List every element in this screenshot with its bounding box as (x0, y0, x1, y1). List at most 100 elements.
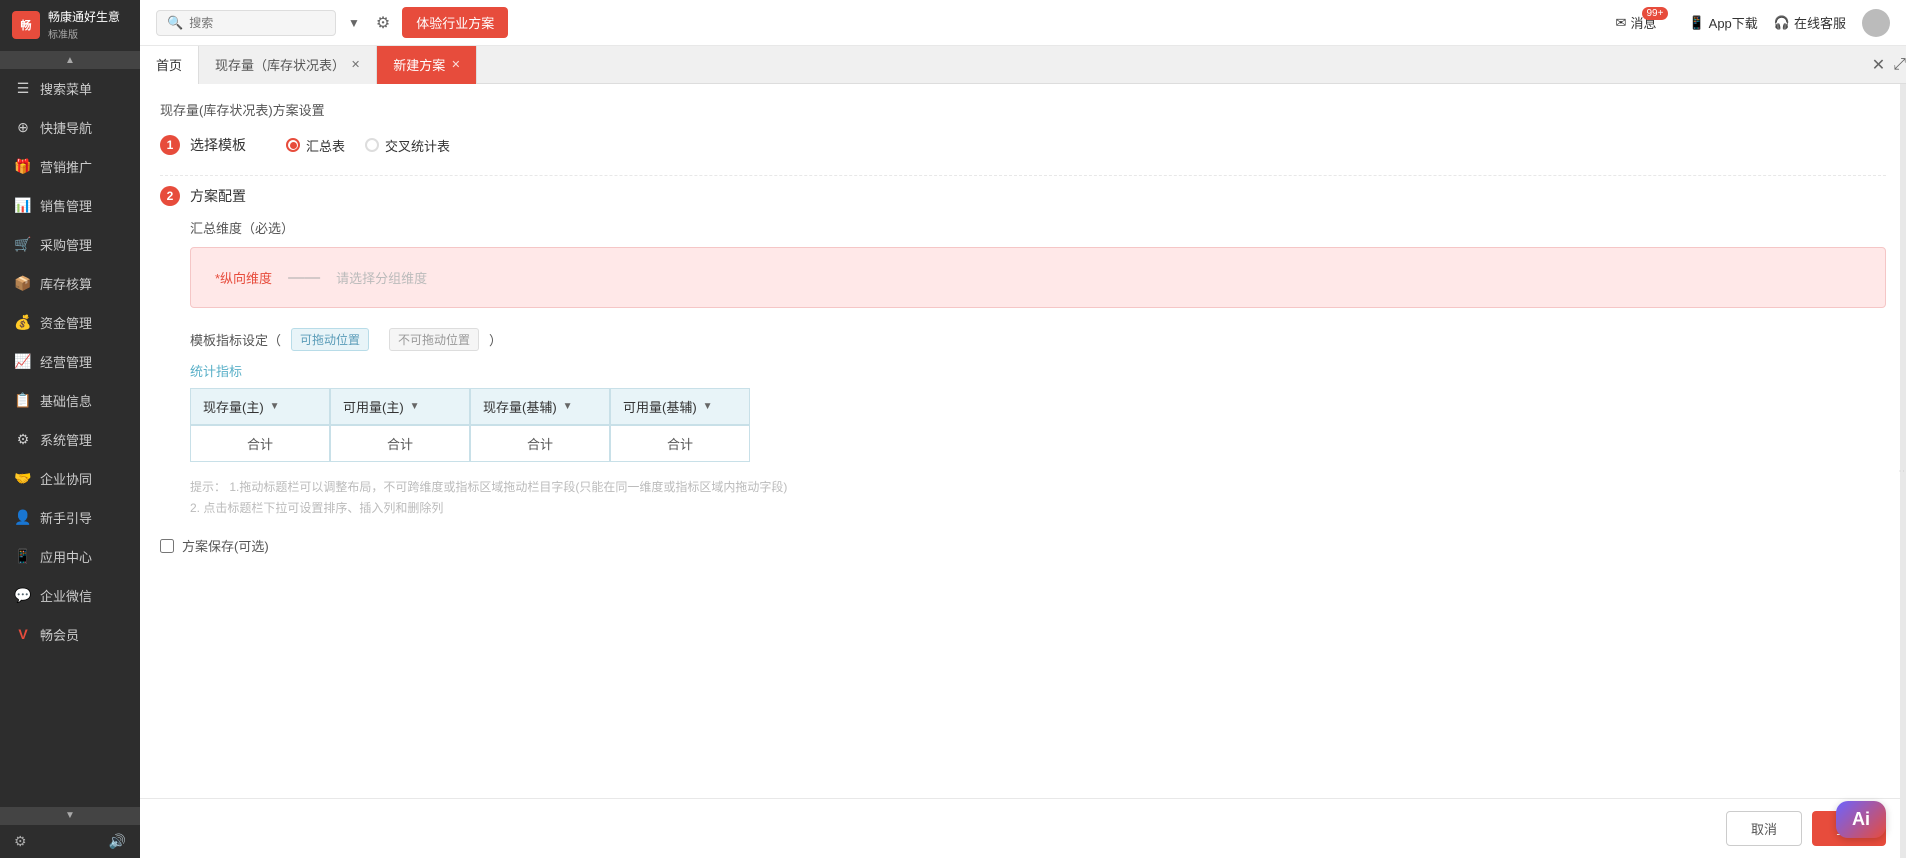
radio-cross-circle (365, 138, 379, 152)
col-header-3[interactable]: 可用量(基辅) ▼ (610, 388, 750, 425)
topbar-right: ✉ 消息 99+ 📱 App下载 🎧 在线客服 (1616, 9, 1890, 37)
search-icon: 🔍 (167, 15, 183, 31)
step1-badge: 1 (160, 135, 180, 155)
col-2-dropdown[interactable]: ▼ (563, 401, 573, 412)
cancel-button[interactable]: 取消 (1726, 811, 1802, 846)
tab-inventory-label: 现存量（库存状况表） (215, 55, 345, 74)
col-header-1[interactable]: 可用量(主) ▼ (330, 388, 470, 425)
radio-summary-label: 汇总表 (306, 136, 345, 155)
message-button[interactable]: ✉ 消息 99+ (1616, 13, 1657, 32)
indicators-close: ） (489, 330, 502, 349)
wechat-icon: 💬 (14, 586, 32, 604)
sidebar-item-enterprise[interactable]: 🤝 企业协同 (0, 459, 140, 498)
sidebar-item-apps[interactable]: 📱 应用中心 (0, 537, 140, 576)
col-0-dropdown[interactable]: ▼ (270, 401, 280, 412)
step2-header: 2 方案配置 (160, 186, 1886, 206)
app-download-button[interactable]: 📱 App下载 (1688, 13, 1757, 32)
sidebar-item-basics[interactable]: 📋 基础信息 (0, 381, 140, 420)
sidebar-menu: ☰ 搜索菜单 ⊕ 快捷导航 🎁 营销推广 📊 销售管理 🛒 采购管理 📦 库存核… (0, 69, 140, 807)
content-area: 现存量(库存状况表)方案设置 1 选择模板 汇总表 (140, 84, 1906, 798)
template-options: 汇总表 交叉统计表 (286, 136, 450, 155)
online-service-label: 在线客服 (1794, 13, 1846, 32)
close-window-button[interactable]: ✕ (1872, 55, 1885, 75)
quick-nav-icon: ⊕ (14, 118, 32, 136)
radio-summary[interactable]: 汇总表 (286, 136, 345, 155)
stats-table: 现存量(主) ▼ 可用量(主) ▼ (190, 388, 750, 462)
sidebar-item-newbie[interactable]: 👤 新手引导 (0, 498, 140, 537)
sidebar-item-label: 库存核算 (40, 274, 92, 293)
col-header-0[interactable]: 现存量(主) ▼ (190, 388, 330, 425)
topbar-dropdown-icon[interactable]: ▼ (348, 16, 360, 30)
table-row: 合计 合计 合计 合计 (190, 425, 750, 462)
save-option: 方案保存(可选) (160, 536, 1886, 555)
dimension-label: 汇总维度（必选） (190, 218, 1886, 237)
tab-new-scheme-label: 新建方案 (393, 55, 445, 74)
sidebar-item-label: 新手引导 (40, 508, 92, 527)
online-service-button[interactable]: 🎧 在线客服 (1774, 13, 1846, 32)
tab-inventory-status[interactable]: 现存量（库存状况表） ✕ (199, 46, 377, 84)
col-1-dropdown[interactable]: ▼ (410, 401, 420, 412)
tips-section: 提示： 1.拖动标题栏可以调整布局，不可跨维度或指标区域拖动栏目字段(只能在同一… (190, 478, 1886, 516)
step2-title: 方案配置 (190, 186, 246, 206)
sidebar-item-inventory[interactable]: 📦 库存核算 (0, 264, 140, 303)
app-name: 畅康通好生意 (48, 10, 120, 26)
save-option-label: 方案保存(可选) (182, 536, 269, 555)
trial-button[interactable]: 体验行业方案 (402, 7, 508, 38)
cell-3: 合计 (610, 425, 750, 462)
col-3-label: 可用量(基辅) (623, 397, 697, 416)
sidebar-item-label: 基础信息 (40, 391, 92, 410)
bottom-bar: 取消 查询 (140, 798, 1906, 858)
col-header-2[interactable]: 现存量(基辅) ▼ (470, 388, 610, 425)
save-checkbox[interactable] (160, 539, 174, 553)
app-download-label: App下载 (1709, 13, 1758, 32)
col-1-label: 可用量(主) (343, 397, 404, 416)
dimension-input-area[interactable]: *纵向维度 —— 请选择分组维度 (190, 247, 1886, 308)
dimension-placeholder: 请选择分组维度 (336, 268, 427, 287)
sidebar-item-wechat[interactable]: 💬 企业微信 (0, 576, 140, 615)
user-avatar[interactable] (1862, 9, 1890, 37)
expand-window-button[interactable]: ⤢ (1893, 56, 1906, 74)
cell-0: 合计 (190, 425, 330, 462)
step1-section: 1 选择模板 汇总表 交叉统计表 (160, 135, 1886, 155)
tab-inventory-close[interactable]: ✕ (351, 58, 360, 71)
indicators-label-text: 模板指标设定（ (190, 330, 281, 349)
sidebar-scroll-up[interactable]: ▲ (0, 52, 140, 69)
search-input[interactable] (189, 16, 309, 30)
sidebar-item-marketing[interactable]: 🎁 营销推广 (0, 147, 140, 186)
radio-cross[interactable]: 交叉统计表 (365, 136, 450, 155)
tab-new-scheme-close[interactable]: ✕ (451, 58, 460, 71)
cell-1: 合计 (330, 425, 470, 462)
search-box[interactable]: 🔍 (156, 10, 336, 36)
basics-icon: 📋 (14, 391, 32, 409)
tab-home[interactable]: 首页 (140, 46, 199, 84)
sidebar-item-quick-nav[interactable]: ⊕ 快捷导航 (0, 108, 140, 147)
ai-badge[interactable]: Ai (1836, 801, 1886, 838)
sidebar-item-operations[interactable]: 📈 经营管理 (0, 342, 140, 381)
tab-new-scheme[interactable]: 新建方案 ✕ (377, 46, 477, 84)
sidebar-item-search-menu[interactable]: ☰ 搜索菜单 (0, 69, 140, 108)
dimension-required-mark: *纵向维度 (215, 268, 272, 287)
col-0-label: 现存量(主) (203, 397, 264, 416)
sidebar-item-label: 畅会员 (40, 625, 79, 644)
topbar-gear-icon[interactable]: ⚙ (376, 13, 390, 33)
sidebar-item-label: 资金管理 (40, 313, 92, 332)
section2-content: 汇总维度（必选） *纵向维度 —— 请选择分组维度 模板指标设定（ 可拖动位置 … (190, 218, 1886, 516)
marketing-icon: 🎁 (14, 157, 32, 175)
tip-1: 提示： 1.拖动标题栏可以调整布局，不可跨维度或指标区域拖动栏目字段(只能在同一… (190, 478, 1886, 495)
sidebar-item-member[interactable]: V 畅会员 (0, 615, 140, 654)
system-icon: ⚙ (14, 430, 32, 448)
page-title: 现存量(库存状况表)方案设置 (160, 100, 1886, 119)
sidebar-item-purchase[interactable]: 🛒 采购管理 (0, 225, 140, 264)
resize-handle[interactable]: ⋮ (1900, 84, 1906, 858)
sidebar-item-sales[interactable]: 📊 销售管理 (0, 186, 140, 225)
sidebar-audio-icon[interactable]: 🔊 (109, 833, 126, 850)
sidebar-item-finance[interactable]: 💰 资金管理 (0, 303, 140, 342)
inventory-icon: 📦 (14, 274, 32, 292)
sidebar-item-label: 系统管理 (40, 430, 92, 449)
sidebar-settings-icon[interactable]: ⚙ (14, 833, 27, 850)
stats-title: 统计指标 (190, 361, 1886, 380)
sidebar-scroll-down[interactable]: ▼ (0, 807, 140, 824)
col-3-dropdown[interactable]: ▼ (703, 401, 713, 412)
sidebar-item-label: 销售管理 (40, 196, 92, 215)
sidebar-item-system[interactable]: ⚙ 系统管理 (0, 420, 140, 459)
